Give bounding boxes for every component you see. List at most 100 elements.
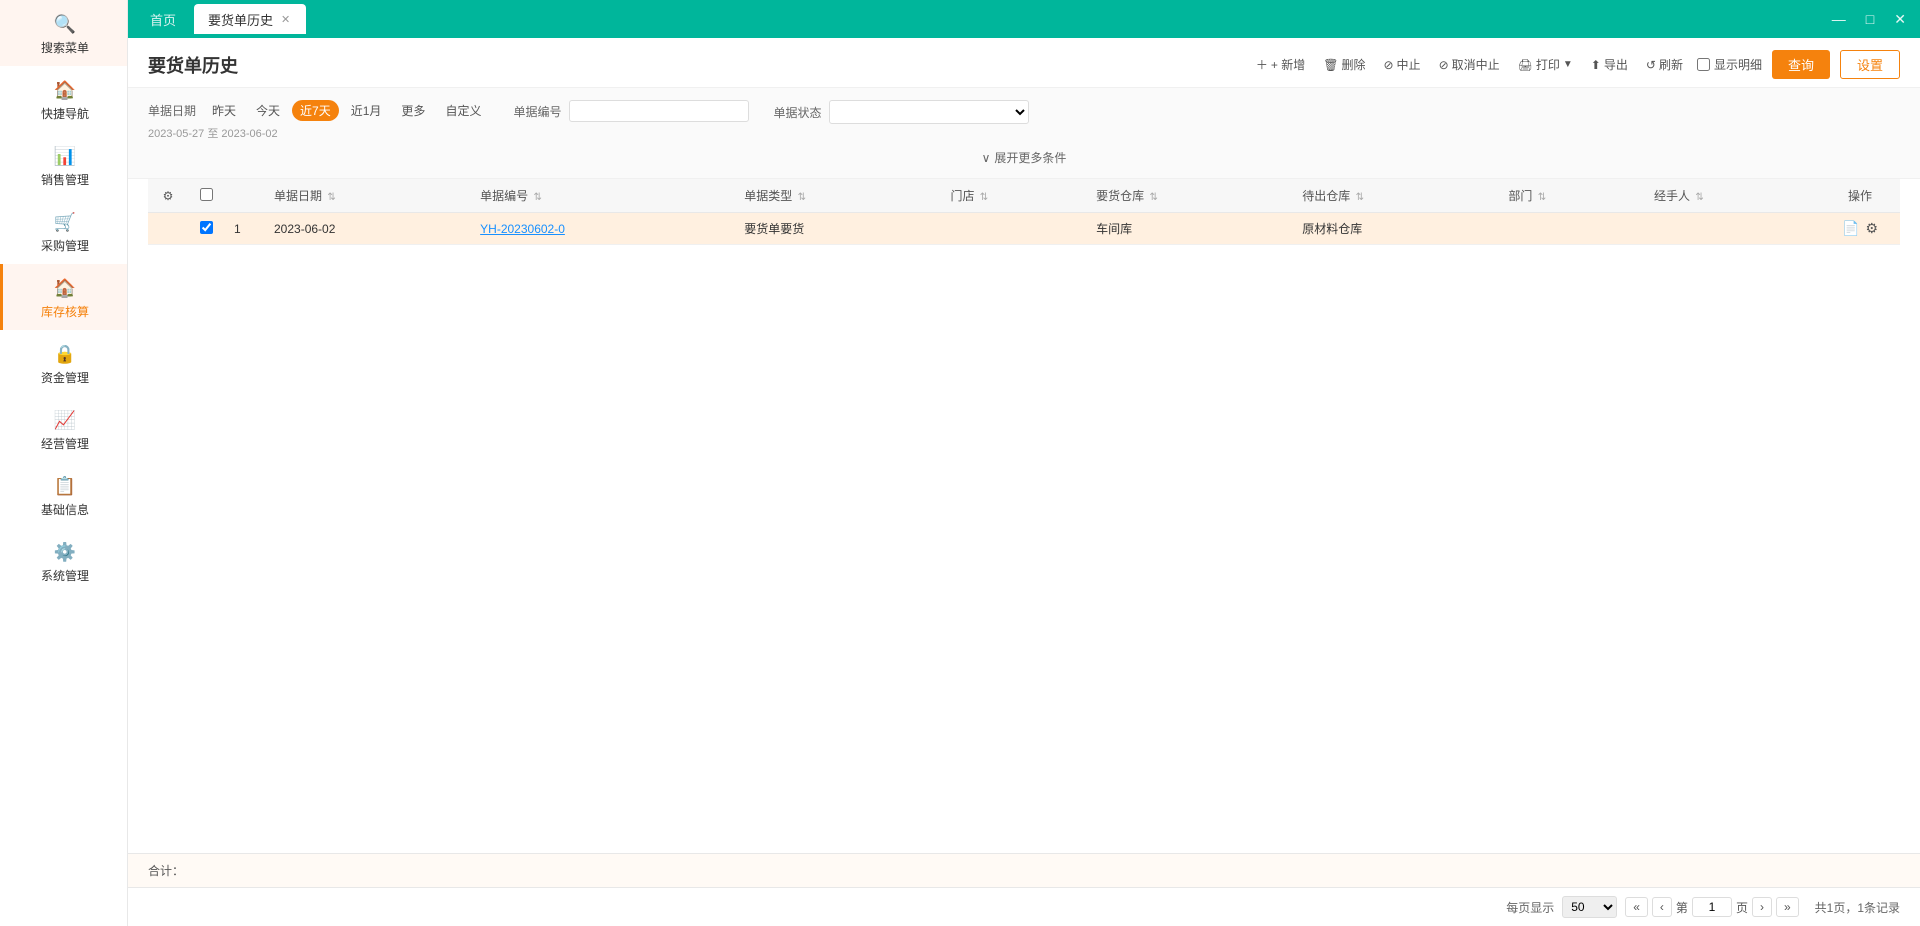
col-doc-type[interactable]: 单据类型 ⇅ bbox=[734, 179, 940, 213]
row-req-warehouse: 车间库 bbox=[1086, 213, 1292, 245]
col-store[interactable]: 门店 ⇅ bbox=[940, 179, 1086, 213]
print-dropdown-icon: ▼ bbox=[1563, 59, 1573, 70]
prev-page-button[interactable]: ‹ bbox=[1652, 897, 1672, 917]
col-pending-warehouse-label: 待出仓库 bbox=[1302, 189, 1350, 203]
new-label: + 新增 bbox=[1271, 56, 1305, 73]
col-action-label: 操作 bbox=[1848, 189, 1872, 203]
sidebar-item-label: 销售管理 bbox=[41, 171, 89, 188]
col-doc-type-label: 单据类型 bbox=[744, 189, 792, 203]
col-req-warehouse[interactable]: 要货仓库 ⇅ bbox=[1086, 179, 1292, 213]
settings-button[interactable]: 设置 bbox=[1840, 50, 1900, 79]
sidebar-item-label: 系统管理 bbox=[41, 567, 89, 584]
date-btn-7days[interactable]: 近7天 bbox=[292, 100, 339, 121]
col-checkbox bbox=[188, 179, 224, 213]
col-doc-date[interactable]: 单据日期 ⇅ bbox=[264, 179, 470, 213]
col-pending-warehouse[interactable]: 待出仓库 ⇅ bbox=[1292, 179, 1498, 213]
row-doc-type: 要货单要货 bbox=[734, 213, 940, 245]
last-page-button[interactable]: » bbox=[1776, 897, 1799, 917]
col-settings[interactable]: ⚙ bbox=[148, 179, 188, 213]
suspend-icon: ⊘ bbox=[1383, 58, 1393, 72]
sidebar-item-sales[interactable]: 📊 销售管理 bbox=[0, 132, 127, 198]
sort-icon-handler: ⇅ bbox=[1695, 192, 1703, 203]
docno-filter-input[interactable] bbox=[569, 100, 749, 122]
close-button[interactable]: ✕ bbox=[1888, 9, 1912, 30]
tab-home[interactable]: 首页 bbox=[136, 4, 190, 34]
page-title: 要货单历史 bbox=[148, 52, 238, 78]
col-department[interactable]: 部门 ⇅ bbox=[1498, 179, 1644, 213]
sidebar-item-finance[interactable]: 🔒 资金管理 bbox=[0, 330, 127, 396]
page-number-input[interactable] bbox=[1692, 897, 1732, 917]
filter-section: 单据日期 昨天 今天 近7天 近1月 更多 自定义 2023-05-27 至 2… bbox=[148, 100, 1900, 141]
expand-more: ∨ 展开更多条件 bbox=[148, 149, 1900, 166]
table-header: ⚙ 单据日期 ⇅ 单据编号 ⇅ bbox=[148, 179, 1900, 213]
page-header: 要货单历史 ＋ + 新增 🗑 删除 ⊘ 中止 ⊘ 取消中止 bbox=[128, 38, 1920, 88]
page-size-select[interactable]: 10 20 50 100 bbox=[1562, 896, 1617, 918]
status-filter-select[interactable] bbox=[829, 100, 1029, 124]
row-checkbox[interactable] bbox=[188, 213, 224, 245]
tab-bar: 首页 要货单历史 ✕ — □ ✕ bbox=[128, 0, 1920, 38]
query-button[interactable]: 查询 bbox=[1772, 50, 1830, 79]
first-page-button[interactable]: « bbox=[1625, 897, 1648, 917]
sidebar-item-quick-nav[interactable]: 🏠 快捷导航 bbox=[0, 66, 127, 132]
expand-icon: ∨ bbox=[982, 151, 991, 165]
date-btn-more[interactable]: 更多 bbox=[393, 100, 433, 121]
sidebar-item-system[interactable]: ⚙️ 系统管理 bbox=[0, 528, 127, 594]
expand-more-button[interactable]: ∨ 展开更多条件 bbox=[982, 149, 1067, 166]
date-btn-1month[interactable]: 近1月 bbox=[343, 100, 390, 121]
display-detail-toggle[interactable]: 显示明细 bbox=[1697, 56, 1762, 73]
new-button[interactable]: ＋ + 新增 bbox=[1252, 54, 1309, 75]
print-icon: 🖨 bbox=[1518, 58, 1533, 72]
docno-filter-row: 单据编号 bbox=[513, 100, 749, 122]
docno-filter-label: 单据编号 bbox=[513, 103, 561, 120]
refresh-button[interactable]: ↺ 刷新 bbox=[1642, 54, 1687, 75]
tab-requisition-history[interactable]: 要货单历史 ✕ bbox=[194, 4, 306, 34]
row-actions: 📄 ⚙ bbox=[1820, 213, 1900, 245]
display-detail-checkbox[interactable] bbox=[1697, 58, 1710, 71]
inventory-icon: 🏠 bbox=[54, 278, 76, 299]
col-doc-no-label: 单据编号 bbox=[480, 189, 528, 203]
select-all-checkbox[interactable] bbox=[200, 188, 213, 201]
view-action-icon[interactable]: 📄 bbox=[1842, 220, 1859, 237]
col-store-label: 门店 bbox=[950, 189, 974, 203]
row-seq: 1 bbox=[224, 213, 264, 245]
table-area: ⚙ 单据日期 ⇅ 单据编号 ⇅ bbox=[128, 179, 1920, 853]
print-button[interactable]: 🖨 打印 ▼ bbox=[1514, 54, 1577, 75]
next-page-button[interactable]: › bbox=[1752, 897, 1772, 917]
refresh-label: 刷新 bbox=[1659, 56, 1683, 73]
row-doc-date: 2023-06-02 bbox=[264, 213, 470, 245]
filter-area: 单据日期 昨天 今天 近7天 近1月 更多 自定义 2023-05-27 至 2… bbox=[128, 88, 1920, 179]
cancel-suspend-button[interactable]: ⊘ 取消中止 bbox=[1435, 54, 1504, 75]
sidebar-item-purchase[interactable]: 🛒 采购管理 bbox=[0, 198, 127, 264]
sort-icon-doc-type: ⇅ bbox=[798, 192, 806, 203]
new-icon: ＋ bbox=[1256, 56, 1268, 73]
docno-filter-group: 单据编号 bbox=[513, 100, 749, 122]
date-btn-yesterday[interactable]: 昨天 bbox=[204, 100, 244, 121]
table-body: 1 2023-06-02 YH-20230602-0 要货单要货 车间库 原材料… bbox=[148, 213, 1900, 245]
sidebar-item-label: 经营管理 bbox=[41, 435, 89, 452]
date-btn-custom[interactable]: 自定义 bbox=[437, 100, 489, 121]
sidebar-item-operation[interactable]: 📈 经营管理 bbox=[0, 396, 127, 462]
tab-close-icon[interactable]: ✕ bbox=[279, 13, 292, 26]
col-doc-no[interactable]: 单据编号 ⇅ bbox=[470, 179, 734, 213]
sidebar-item-inventory[interactable]: 🏠 库存核算 bbox=[0, 264, 127, 330]
maximize-button[interactable]: □ bbox=[1860, 9, 1880, 29]
cancel-suspend-icon: ⊘ bbox=[1439, 58, 1449, 72]
export-button[interactable]: ⬆ 导出 bbox=[1587, 54, 1632, 75]
col-handler[interactable]: 经手人 ⇅ bbox=[1644, 179, 1820, 213]
row-doc-no[interactable]: YH-20230602-0 bbox=[470, 213, 734, 245]
date-buttons: 昨天 今天 近7天 近1月 更多 自定义 bbox=[204, 100, 489, 121]
status-filter-group: 单据状态 bbox=[773, 100, 1029, 124]
delete-button[interactable]: 🗑 删除 bbox=[1319, 54, 1369, 75]
suspend-button[interactable]: ⊘ 中止 bbox=[1379, 54, 1424, 75]
sidebar-item-basic[interactable]: 📋 基础信息 bbox=[0, 462, 127, 528]
table-row[interactable]: 1 2023-06-02 YH-20230602-0 要货单要货 车间库 原材料… bbox=[148, 213, 1900, 245]
display-detail-label: 显示明细 bbox=[1714, 56, 1762, 73]
doc-no-link[interactable]: YH-20230602-0 bbox=[480, 222, 565, 236]
finance-icon: 🔒 bbox=[54, 344, 76, 365]
sidebar-item-search-menu[interactable]: 🔍 搜索菜单 bbox=[0, 0, 127, 66]
minimize-button[interactable]: — bbox=[1826, 9, 1852, 29]
date-btn-today[interactable]: 今天 bbox=[248, 100, 288, 121]
edit-action-icon[interactable]: ⚙ bbox=[1865, 220, 1878, 237]
row-select-checkbox[interactable] bbox=[200, 221, 213, 234]
status-filter-label: 单据状态 bbox=[773, 104, 821, 121]
